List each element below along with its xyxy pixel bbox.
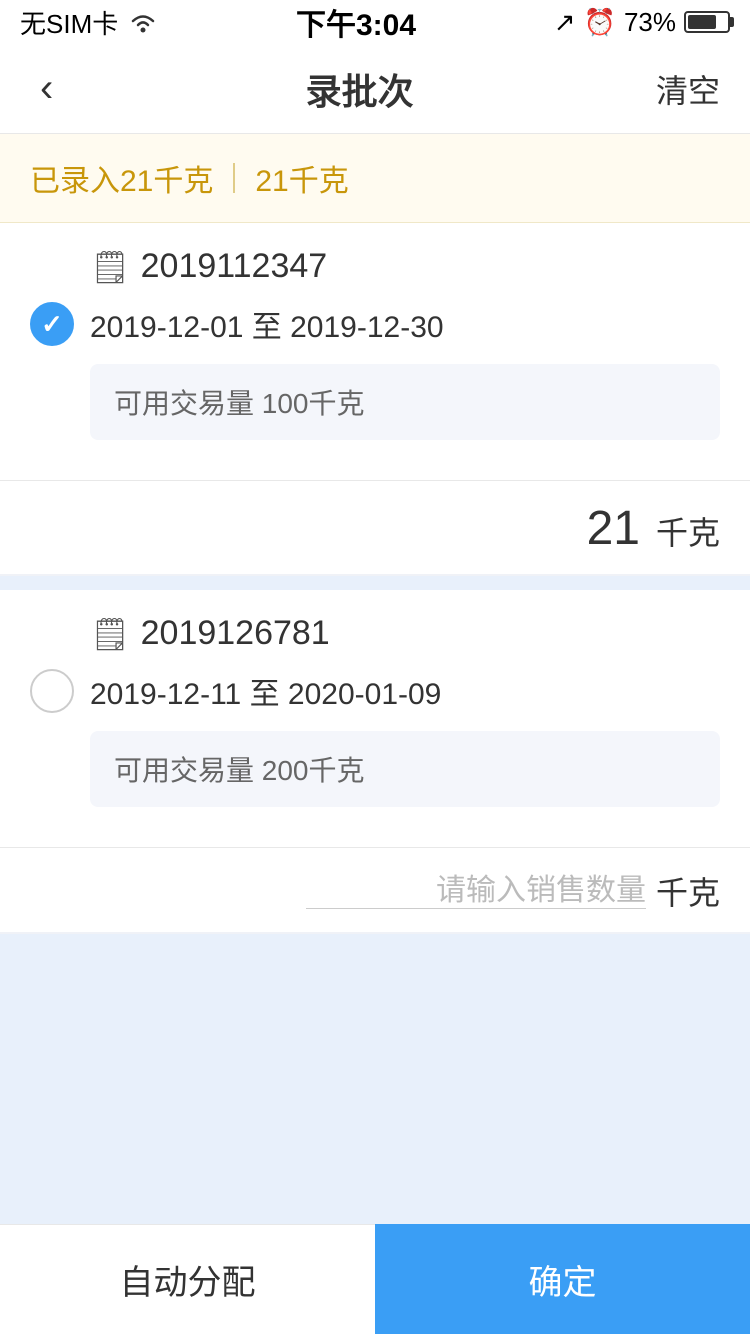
batch-2-date: 2019-12-11 至 2020-01-09 (90, 669, 441, 713)
batch-1-unit: 千克 (656, 508, 720, 554)
batch-1-title-row: 🗒 2019112347 (30, 247, 720, 286)
batch-1-date-row[interactable]: 2019-12-01 至 2019-12-30 (30, 302, 720, 346)
batch-1-date: 2019-12-01 至 2019-12-30 (90, 302, 444, 346)
batch-2-date-row[interactable]: 2019-12-11 至 2020-01-09 (30, 669, 720, 713)
separator-1 (0, 576, 750, 590)
batch-2-availability: 可用交易量 200千克 (90, 731, 720, 807)
batch-2-id: 2019126781 (141, 614, 330, 653)
batch-2-icon: 🗒 (90, 615, 131, 653)
auto-distribute-button[interactable]: 自动分配 (0, 1224, 375, 1334)
carrier-text: 无SIM卡 (20, 4, 118, 41)
batch-1-quantity-row: 21 千克 (0, 480, 750, 574)
batch-2-title-row: 🗒 2019126781 (30, 614, 720, 653)
recorded-label: 已录入21千克 (30, 156, 213, 200)
back-button[interactable]: ‹ (30, 56, 63, 121)
status-bar-left: 无SIM卡 (20, 4, 158, 41)
batch-1-card: 🗒 2019112347 2019-12-01 至 2019-12-30 可用交… (0, 223, 750, 574)
batch-1-radio[interactable] (30, 302, 74, 346)
batch-2-quantity-row[interactable]: 千克 (0, 847, 750, 932)
wifi-icon (128, 11, 158, 33)
status-bar: 无SIM卡 下午3:04 ↗ ⏰ 73% (0, 0, 750, 44)
alarm-icon: ⏰ (584, 7, 616, 38)
nav-bar: ‹ 录批次 清空 (0, 44, 750, 134)
status-bar-right: ↗ ⏰ 73% (554, 7, 730, 38)
batch-1-icon: 🗒 (90, 248, 131, 286)
quantity-input[interactable] (306, 874, 646, 908)
info-banner: 已录入21千克 21千克 (0, 134, 750, 223)
info-divider (233, 163, 235, 193)
bottom-bar: 自动分配 确定 (0, 1224, 750, 1334)
confirm-button[interactable]: 确定 (375, 1224, 750, 1334)
batch-1-availability: 可用交易量 100千克 (90, 364, 720, 440)
battery-icon (684, 11, 730, 33)
batch-1-quantity-value: 21 (587, 501, 640, 556)
page-title: 录批次 (306, 63, 414, 115)
quantity-input-container[interactable] (306, 874, 646, 909)
location-icon: ↗ (554, 7, 576, 38)
batch-2-unit: 千克 (656, 868, 720, 914)
batch-2-card: 🗒 2019126781 2019-12-11 至 2020-01-09 可用交… (0, 590, 750, 932)
total-label: 21千克 (255, 156, 348, 200)
status-bar-time: 下午3:04 (296, 0, 416, 44)
batch-2-radio[interactable] (30, 669, 74, 713)
battery-percent: 73% (624, 7, 676, 38)
clear-button[interactable]: 清空 (656, 66, 720, 112)
batch-1-id: 2019112347 (141, 247, 328, 286)
